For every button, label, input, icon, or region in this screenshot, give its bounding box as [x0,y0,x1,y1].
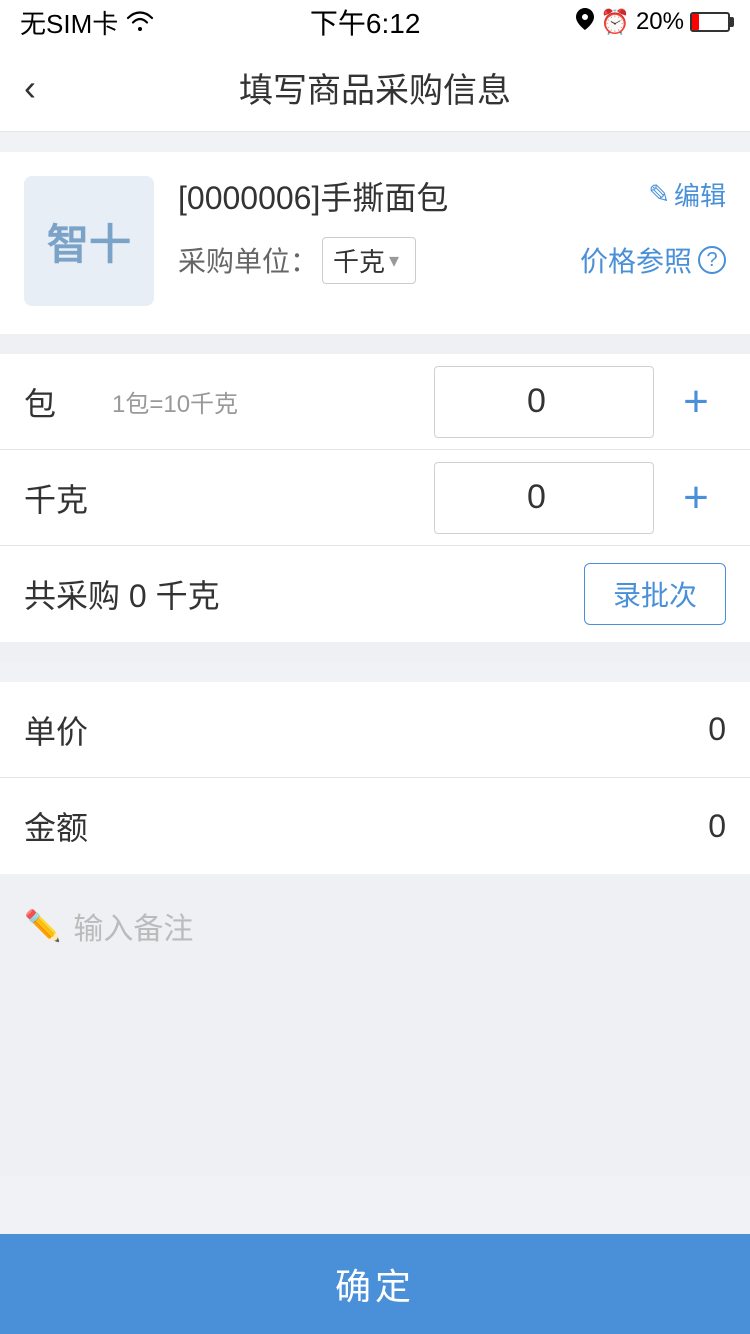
chevron-down-icon: ▾ [389,248,399,273]
product-header: [0000006]手撕面包 ✎ 编辑 [178,176,726,221]
batch-button[interactable]: 录批次 [584,563,726,625]
product-name: [0000006]手撕面包 [178,176,448,221]
confirm-button-label: 确定 [335,1258,415,1310]
total-row: 共采购 0 千克 录批次 [0,546,750,642]
back-button[interactable]: ‹ [24,67,36,109]
total-count: 0 [129,578,156,614]
price-section: 单价 0 金额 0 [0,682,750,874]
total-text: 共采购 0 千克 [24,571,220,617]
kg-label: 千克 [24,475,104,521]
price-ref-label: 价格参照 [580,240,692,280]
input-section: 包 1包=10千克 + 千克 + [0,354,750,546]
bag-input-right: + [434,366,726,438]
unit-value: 千克 [333,242,385,279]
nav-bar: ‹ 填写商品采购信息 [0,44,750,132]
status-bar-time: 下午6:12 [310,2,421,42]
content-spacer [0,976,750,1176]
total-unit: 千克 [156,578,220,614]
section-divider-1 [0,334,750,354]
bag-plus-button[interactable]: + [666,366,726,438]
bag-sublabel: 1包=10千克 [112,384,434,419]
alarm-icon: ⏰ [600,8,630,37]
battery-percent: 20% [636,8,684,36]
product-image: 智十 [24,176,154,306]
confirm-button[interactable]: 确定 [0,1234,750,1334]
kg-input-right: + [434,462,726,534]
total-label: 共采购 [24,578,120,614]
status-bar-right: ⏰ 20% [576,8,730,37]
status-bar-left: 无SIM卡 [20,4,154,41]
amount-label: 金额 [24,803,88,849]
bag-quantity-input[interactable] [434,366,654,438]
help-icon: ? [698,246,726,274]
remark-section[interactable]: ✏️ 输入备注 [0,876,750,976]
edit-label: 编辑 [674,176,726,213]
edit-button[interactable]: ✎ 编辑 [648,176,726,213]
kg-quantity-input[interactable] [434,462,654,534]
product-logo-text: 智十 [47,211,131,272]
amount-row: 金额 0 [0,778,750,874]
location-icon [576,8,594,37]
unit-price-row: 单价 0 [0,682,750,778]
wifi-icon [126,7,154,38]
price-ref-button[interactable]: 价格参照 ? [580,240,726,280]
carrier-text: 无SIM卡 [20,4,118,41]
unit-price-label: 单价 [24,707,88,753]
bag-label: 包 [24,379,104,425]
status-bar: 无SIM卡 下午6:12 ⏰ 20% [0,0,750,44]
page-title: 填写商品采购信息 [239,63,511,112]
edit-icon: ✎ [648,179,670,210]
product-info: [0000006]手撕面包 ✎ 编辑 采购单位： 千克 ▾ 价格参照 ? [178,176,726,284]
section-divider-2 [0,642,750,662]
unit-select[interactable]: 千克 ▾ [322,237,416,284]
bag-input-row: 包 1包=10千克 + [0,354,750,450]
remark-placeholder: 输入备注 [73,904,193,948]
battery-icon [690,12,730,32]
kg-plus-button[interactable]: + [666,462,726,534]
product-unit-row: 采购单位： 千克 ▾ 价格参照 ? [178,237,726,284]
unit-price-value: 0 [708,711,726,748]
amount-value: 0 [708,808,726,845]
kg-input-row: 千克 + [0,450,750,546]
pencil-icon: ✏️ [24,909,61,944]
product-card: 智十 [0000006]手撕面包 ✎ 编辑 采购单位： 千克 ▾ 价格参照 ? [0,152,750,334]
unit-label: 采购单位： [178,240,318,280]
